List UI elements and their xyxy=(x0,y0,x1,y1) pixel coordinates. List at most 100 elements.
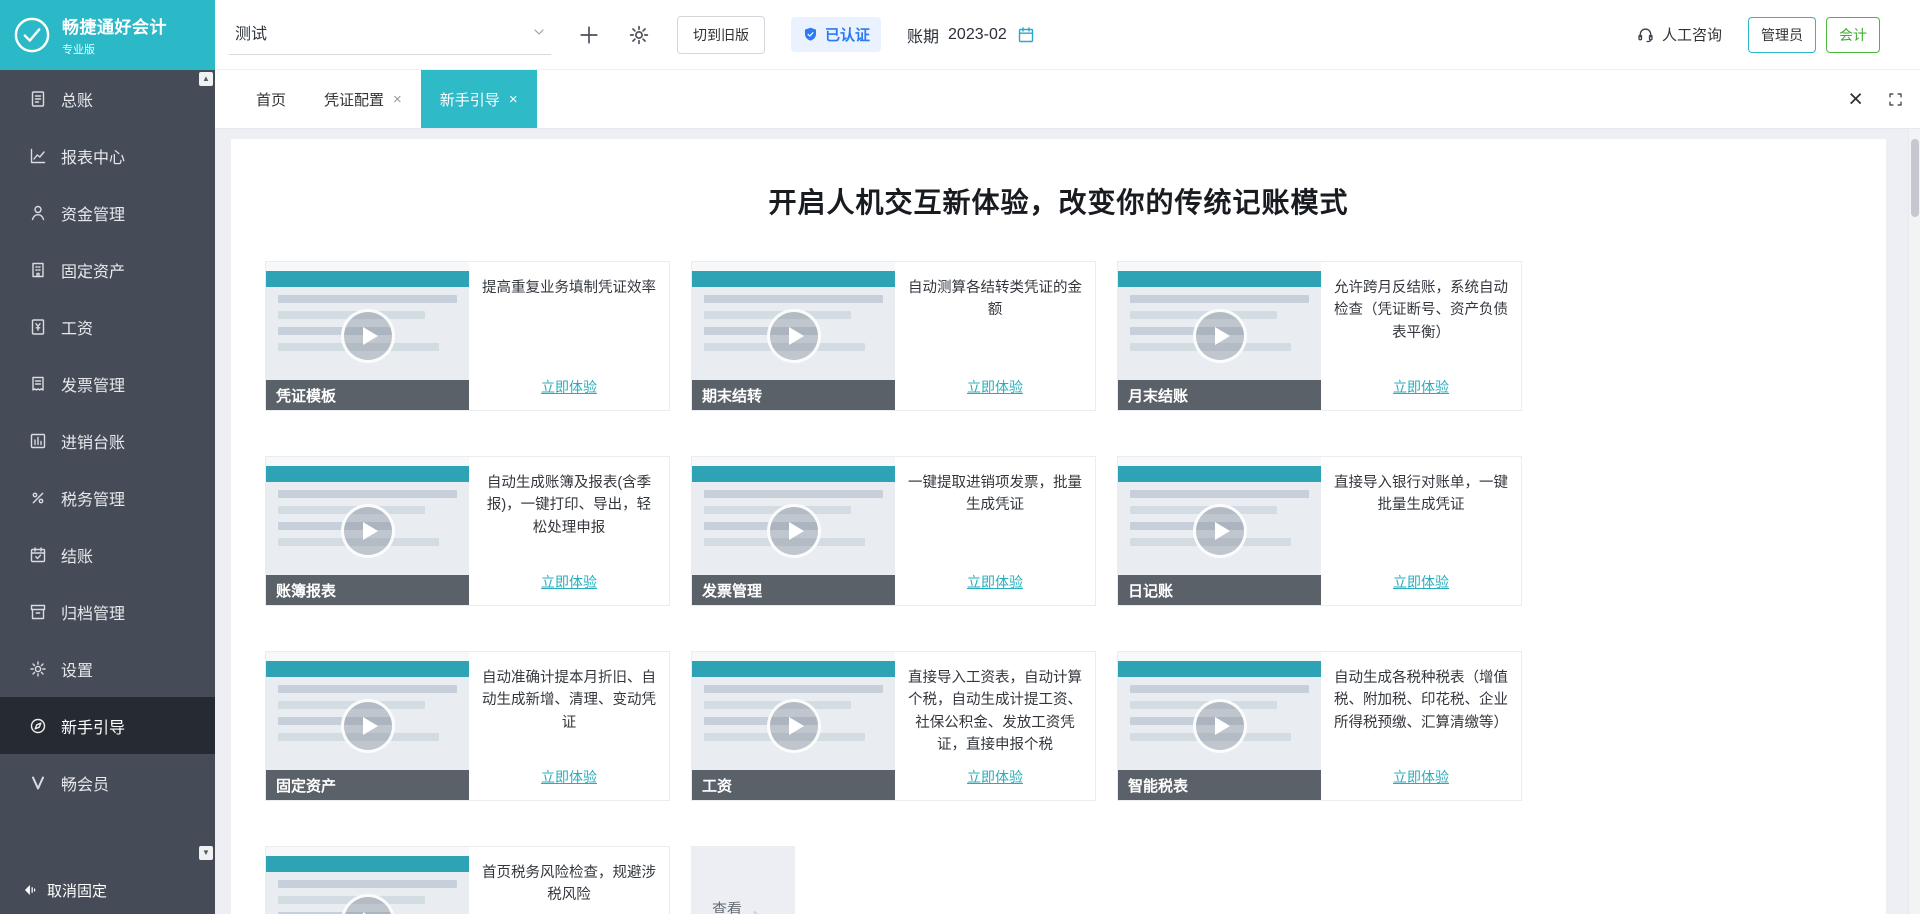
play-icon xyxy=(788,717,804,735)
accounting-period[interactable]: 账期 2023-02 xyxy=(907,23,1036,47)
view-more-button[interactable]: 查看 更多 xyxy=(691,846,795,914)
tab-voucher-config[interactable]: 凭证配置 × xyxy=(305,70,421,128)
thumbnail-decoration xyxy=(692,457,895,466)
feature-card-body: 直接导入工资表，自动计算个税，自动生成计提工资、社保公积金、发放工资凭证，直接申… xyxy=(895,652,1095,800)
period-value: 2023-02 xyxy=(948,25,1007,43)
feature-card-body: 自动生成账簿及报表(含季报)，一键打印、导出，轻松处理申报 立即体验 xyxy=(469,457,669,605)
role-buttons: 管理员 会计 xyxy=(1748,16,1880,53)
close-tabs-icon[interactable]: × xyxy=(1848,86,1863,112)
feature-description: 直接导入银行对账单，一键批量生成凭证 xyxy=(1334,475,1508,514)
feature-thumbnail[interactable]: 账簿报表 xyxy=(266,457,469,605)
try-now-link[interactable]: 立即体验 xyxy=(541,572,597,592)
try-now-link[interactable]: 立即体验 xyxy=(1393,572,1449,592)
sidebar-item-general-ledger[interactable]: 总账 xyxy=(0,70,215,127)
sidebar-item-archive-management[interactable]: 归档管理 xyxy=(0,583,215,640)
play-button[interactable] xyxy=(340,699,395,753)
play-button[interactable] xyxy=(340,504,395,558)
archive-icon xyxy=(28,602,48,622)
feature-thumbnail[interactable] xyxy=(266,847,469,914)
sidebar-item-payroll[interactable]: 工资 xyxy=(0,298,215,355)
sidebar-item-member[interactable]: 畅会员 xyxy=(0,754,215,811)
feature-description: 直接导入工资表，自动计算个税，自动生成计提工资、社保公积金、发放工资凭证，直接申… xyxy=(908,670,1082,754)
calendar-icon[interactable] xyxy=(1016,25,1036,45)
tab-home[interactable]: 首页 xyxy=(237,70,305,128)
sidebar-item-funds-management[interactable]: 资金管理 xyxy=(0,184,215,241)
try-now-link[interactable]: 立即体验 xyxy=(1393,767,1449,787)
sidebar-item-settings[interactable]: 设置 xyxy=(0,640,215,697)
sidebar-item-label: 归档管理 xyxy=(61,605,126,623)
sidebar-item-fixed-assets[interactable]: 固定资产 xyxy=(0,241,215,298)
feature-description: 自动测算各结转类凭证的金额 xyxy=(908,280,1082,319)
content-scrollbar-thumb[interactable] xyxy=(1911,139,1919,217)
feature-card-voucher-template: 凭证模板 提高重复业务填制凭证效率 立即体验 xyxy=(265,261,670,411)
view-more-label: 查看 更多 xyxy=(711,900,742,914)
try-now-link[interactable]: 立即体验 xyxy=(967,767,1023,787)
sidebar-item-label: 畅会员 xyxy=(61,776,110,794)
play-icon xyxy=(1214,522,1230,540)
brand-logo-icon xyxy=(12,15,52,55)
play-button[interactable] xyxy=(766,309,821,363)
try-now-link[interactable]: 立即体验 xyxy=(967,572,1023,592)
feature-card-body: 允许跨月反结账，系统自动检查（凭证断号、资产负债表平衡） 立即体验 xyxy=(1321,262,1521,410)
sidebar-item-report-center[interactable]: 报表中心 xyxy=(0,127,215,184)
sidebar-item-beginner-guide[interactable]: 新手引导 xyxy=(0,697,215,754)
play-button[interactable] xyxy=(1192,309,1247,363)
certified-badge[interactable]: 已认证 xyxy=(791,17,882,52)
feature-thumbnail[interactable]: 凭证模板 xyxy=(266,262,469,410)
tax-icon xyxy=(28,488,48,508)
thumbnail-decoration xyxy=(266,847,469,856)
feature-thumbnail[interactable]: 日记账 xyxy=(1118,457,1321,605)
admin-button[interactable]: 管理员 xyxy=(1748,16,1816,53)
sidebar-item-tax-management[interactable]: 税务管理 xyxy=(0,469,215,526)
try-now-link[interactable]: 立即体验 xyxy=(1393,377,1449,397)
feature-card-invoice-management: 发票管理 一键提取进销项发票，批量生成凭证 立即体验 xyxy=(691,456,1096,606)
feature-thumbnail[interactable]: 月末结账 xyxy=(1118,262,1321,410)
fullscreen-icon[interactable] xyxy=(1887,91,1904,108)
feature-card-period-end-carryover: 期末结转 自动测算各结转类凭证的金额 立即体验 xyxy=(691,261,1096,411)
feature-thumbnail[interactable]: 智能税表 xyxy=(1118,652,1321,800)
thumbnail-decoration xyxy=(266,466,469,482)
play-button[interactable] xyxy=(340,309,395,363)
tab-close-icon[interactable]: × xyxy=(509,92,518,107)
try-now-link[interactable]: 立即体验 xyxy=(967,377,1023,397)
thumbnail-decoration xyxy=(1118,661,1321,677)
consult-button[interactable]: 人工咨询 xyxy=(1636,24,1722,45)
org-select[interactable]: 测试 xyxy=(229,14,551,55)
feature-name-band: 固定资产 xyxy=(266,770,469,800)
sidebar-unpin-button[interactable]: 取消固定 xyxy=(0,866,215,914)
sidebar-item-invoice-management[interactable]: 发票管理 xyxy=(0,355,215,412)
feature-thumbnail[interactable]: 发票管理 xyxy=(692,457,895,605)
play-icon xyxy=(788,522,804,540)
feature-thumbnail[interactable]: 工资 xyxy=(692,652,895,800)
member-icon xyxy=(28,773,48,793)
brand-title: 畅捷通好会计 xyxy=(62,18,167,37)
sidebar-scroll-up-icon[interactable]: ▲ xyxy=(199,72,213,86)
consult-label: 人工咨询 xyxy=(1661,27,1722,44)
sidebar-item-purchase-sale-ledger[interactable]: 进销台账 xyxy=(0,412,215,469)
topbar: 测试 切到旧版 已认证 账期 2023-02 人工咨询 管理员 会计 xyxy=(215,0,1920,70)
thumbnail-decoration xyxy=(1118,271,1321,287)
settings-icon xyxy=(28,659,48,679)
sidebar-scroll-down-icon[interactable]: ▼ xyxy=(199,846,213,860)
switch-old-version-button[interactable]: 切到旧版 xyxy=(677,15,765,54)
tab-label: 凭证配置 xyxy=(324,91,385,109)
play-button[interactable] xyxy=(1192,504,1247,558)
feature-description: 允许跨月反结账，系统自动检查（凭证断号、资产负债表平衡） xyxy=(1334,280,1508,341)
feature-thumbnail[interactable]: 固定资产 xyxy=(266,652,469,800)
thumbnail-decoration xyxy=(1118,652,1321,661)
sidebar-item-closing[interactable]: 结账 xyxy=(0,526,215,583)
settings-gear-button[interactable] xyxy=(627,23,651,47)
accountant-button[interactable]: 会计 xyxy=(1826,16,1880,53)
tab-beginner-guide[interactable]: 新手引导 × xyxy=(420,70,537,128)
try-now-link[interactable]: 立即体验 xyxy=(541,767,597,787)
sidebar-item-label: 进销台账 xyxy=(61,434,126,452)
tab-close-icon[interactable]: × xyxy=(393,92,402,107)
try-now-link[interactable]: 立即体验 xyxy=(541,377,597,397)
sidebar-item-label: 报表中心 xyxy=(61,149,126,167)
feature-thumbnail[interactable]: 期末结转 xyxy=(692,262,895,410)
add-button[interactable] xyxy=(577,23,601,47)
content-scrollbar[interactable] xyxy=(1908,129,1920,914)
play-button[interactable] xyxy=(766,699,821,753)
play-button[interactable] xyxy=(1192,699,1247,753)
play-button[interactable] xyxy=(766,504,821,558)
